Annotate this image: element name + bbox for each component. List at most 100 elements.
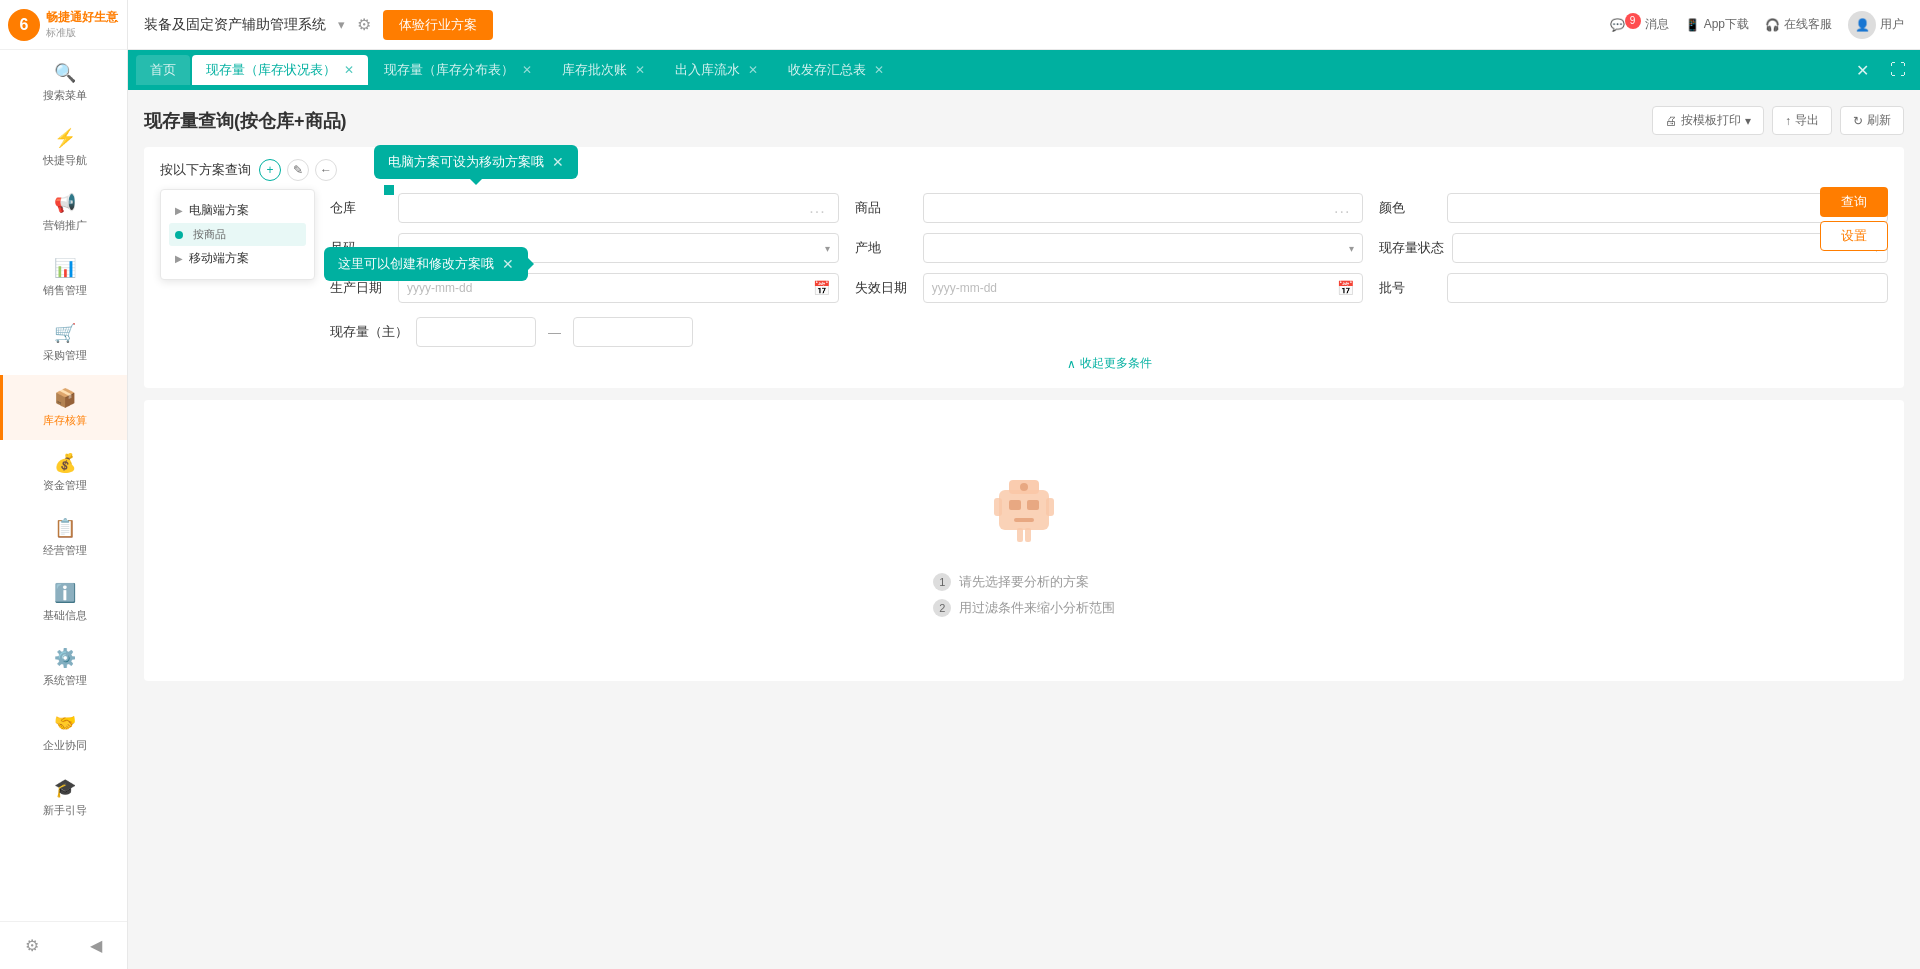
sidebar-item-guide[interactable]: 🎓 新手引导 [0,765,127,830]
schema-item-pc[interactable]: ▶ 电脑端方案 [169,198,306,223]
size-select-arrow: ▾ [825,243,830,254]
tab-home[interactable]: 首页 [136,55,190,85]
print-btn[interactable]: 🖨 按模板打印 ▾ [1652,106,1764,135]
settings-footer-btn[interactable]: ⚙ [21,932,43,959]
sidebar: 6 畅捷通好生意 标准版 🔍 搜索菜单 ⚡ 快捷导航 📢 营销推广 📊 销售管理… [0,0,128,969]
industry-plan-btn[interactable]: 体验行业方案 [383,10,493,40]
sidebar-item-system[interactable]: ⚙️ 系统管理 [0,635,127,700]
schema-item-mobile[interactable]: ▶ 移动端方案 [169,246,306,271]
svg-rect-1 [1009,500,1021,510]
tooltip-scheme-close[interactable]: ✕ [552,154,564,170]
tab-batch-close[interactable]: ✕ [635,63,645,77]
page-title: 现存量查询(按仓库+商品) [144,109,347,133]
tab-inout-flow-label: 出入库流水 [675,61,740,79]
warehouse-select[interactable]: ... [398,193,839,223]
collapse-sidebar-btn[interactable]: ◀ [86,932,106,959]
arrow-right-icon: ▶ [175,205,183,216]
gear-icon: ⚙️ [54,647,76,669]
filter-content: 仓库 ... 商品 ... [330,193,1888,376]
info-icon: ℹ️ [54,582,76,604]
clipboard-icon: 📋 [54,517,76,539]
range-sep: — [544,325,565,340]
production-date-placeholder: yyyy-mm-dd [407,281,472,295]
sidebar-item-sales[interactable]: 📊 销售管理 [0,245,127,310]
tab-inventory-dist-close[interactable]: ✕ [522,63,532,77]
svg-rect-0 [999,490,1049,530]
message-icon: 💬 [1610,18,1625,32]
user-avatar: 👤 [1848,11,1876,39]
settings-btn[interactable]: ⚙ [357,15,371,34]
box-icon: 📦 [54,387,76,409]
stock-qty-max[interactable] [573,317,693,347]
calendar-icon-2: 📅 [1337,280,1354,296]
product-select[interactable]: ... [923,193,1364,223]
svg-rect-8 [1017,528,1023,542]
tab-inout-flow-close[interactable]: ✕ [748,63,758,77]
filter-field-expiry-date: 失效日期 yyyy-mm-dd 📅 [855,273,1364,303]
schema-item-mobile-label: 移动端方案 [189,250,249,267]
search-btn[interactable]: 查询 [1820,187,1888,217]
tab-inventory-dist[interactable]: 现存量（库存分布表） ✕ [370,55,546,85]
stock-qty-label: 现存量（主） [330,323,408,341]
tab-summary-close[interactable]: ✕ [874,63,884,77]
prev-schema-btn[interactable]: ← [315,159,337,181]
collapse-label: 收起更多条件 [1080,355,1152,372]
filter-label: 按以下方案查询 [160,161,251,179]
tab-inventory-status-close[interactable]: ✕ [344,63,354,77]
tab-inventory-status[interactable]: 现存量（库存状况表） ✕ [192,55,368,85]
filter-rows: 仓库 ... 商品 ... [330,193,1888,347]
sidebar-item-enterprise[interactable]: 🤝 企业协同 [0,700,127,765]
edit-schema-btn[interactable]: ✎ [287,159,309,181]
empty-illustration [979,460,1069,553]
svg-rect-4 [994,498,1002,516]
refresh-btn[interactable]: ↻ 刷新 [1840,106,1904,135]
sidebar-item-purchase[interactable]: 🛒 采购管理 [0,310,127,375]
maximize-btn[interactable]: ⛶ [1884,56,1912,84]
online-service-btn[interactable]: 🎧 在线客服 [1765,16,1832,33]
sidebar-item-inventory[interactable]: 📦 库存核算 [0,375,127,440]
color-label: 颜色 [1379,199,1439,217]
svg-rect-3 [1014,518,1034,522]
sidebar-item-quicknav[interactable]: ⚡ 快捷导航 [0,115,127,180]
export-btn[interactable]: ↑ 导出 [1772,106,1832,135]
svg-rect-5 [1046,498,1054,516]
sidebar-item-basic-info[interactable]: ℹ️ 基础信息 [0,570,127,635]
tooltip-create-close[interactable]: ✕ [502,256,514,272]
product-ellipsis[interactable]: ... [1330,199,1354,217]
sidebar-item-management[interactable]: 📋 经营管理 [0,505,127,570]
filter-row-1: 仓库 ... 商品 ... [330,193,1888,223]
tab-summary-label: 收发存汇总表 [788,61,866,79]
stock-qty-min[interactable] [416,317,536,347]
tab-bar: 首页 现存量（库存状况表） ✕ 现存量（库存分布表） ✕ 库存批次账 ✕ 出入库… [128,50,1920,90]
batch-no-input[interactable] [1447,273,1888,303]
svg-rect-9 [1025,528,1031,542]
add-schema-btn[interactable]: + [259,159,281,181]
edit-icon: ✎ [293,163,303,177]
schema-dropdown: ▶ 电脑端方案 按商品 ▶ 移动端方案 [160,189,315,280]
sidebar-item-marketing[interactable]: 📢 营销推广 [0,180,127,245]
sidebar-item-search[interactable]: 🔍 搜索菜单 [0,50,127,115]
close-all-tabs-btn[interactable]: ✕ [1848,56,1876,84]
reset-btn[interactable]: 设置 [1820,221,1888,251]
warehouse-ellipsis[interactable]: ... [805,199,829,217]
tab-batch[interactable]: 库存批次账 ✕ [548,55,659,85]
expiry-date-start[interactable]: yyyy-mm-dd 📅 [923,273,1364,303]
empty-step-2: 2 用过滤条件来缩小分析范围 [933,599,1115,617]
topbar-left: 装备及固定资产辅助管理系统 ▾ ⚙ 体验行业方案 [144,10,493,40]
message-btn[interactable]: 💬 9 消息 [1610,16,1669,33]
expiry-date-placeholder: yyyy-mm-dd [932,281,997,295]
calendar-icon-1: 📅 [813,280,830,296]
app-download-btn[interactable]: 📱 App下载 [1685,16,1749,33]
tab-summary[interactable]: 收发存汇总表 ✕ [774,55,898,85]
tab-bar-actions: ✕ ⛶ [1848,56,1912,84]
cart-icon: 🛒 [54,322,76,344]
sidebar-item-finance[interactable]: 💰 资金管理 [0,440,127,505]
tab-inout-flow[interactable]: 出入库流水 ✕ [661,55,772,85]
collapse-more-btn[interactable]: ∧ 收起更多条件 [330,347,1888,376]
search-btn-area: 查询 设置 [1820,187,1888,251]
origin-select[interactable]: ▾ [923,233,1364,263]
filter-panel: 按以下方案查询 + ✎ ← 电脑方案可设为移动方案哦 ✕ [144,147,1904,388]
schema-item-active[interactable]: 按商品 [169,223,306,246]
system-name-arrow[interactable]: ▾ [338,17,345,32]
user-menu-btn[interactable]: 👤 用户 [1848,11,1904,39]
